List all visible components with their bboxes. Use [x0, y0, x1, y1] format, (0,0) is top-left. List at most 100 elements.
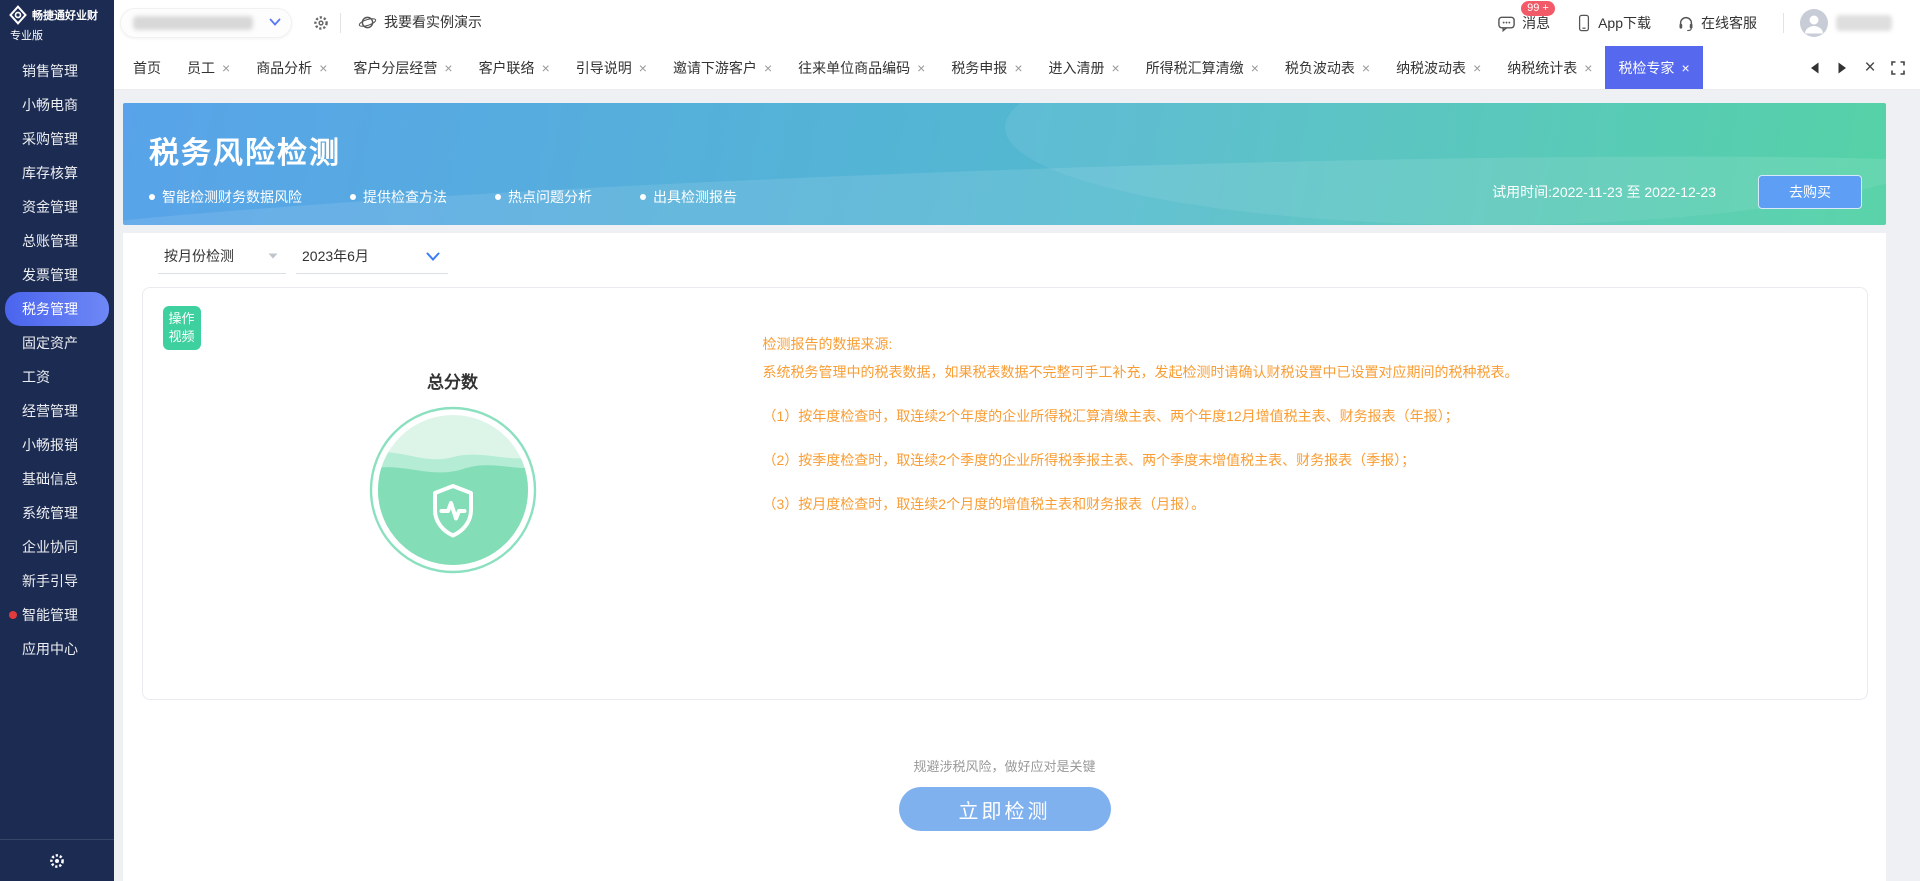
top-bar: 畅捷通好业财 专业版 我要看实例演示 消息 99 + App下载 在线客服 — [0, 0, 1920, 46]
close-tab-icon[interactable]: × — [917, 61, 925, 75]
fullscreen-button[interactable] — [1884, 46, 1912, 90]
close-all-tabs-button[interactable]: × — [1856, 46, 1884, 90]
sidebar-item[interactable]: 小畅电商 — [0, 88, 114, 122]
sidebar-item[interactable]: 总账管理 — [0, 224, 114, 258]
close-tab-icon[interactable]: × — [1112, 61, 1120, 75]
app-download-button[interactable]: App下载 — [1576, 13, 1651, 33]
video-badge-line: 操作 — [168, 311, 195, 326]
close-tab-icon[interactable]: × — [1584, 61, 1592, 75]
sidebar-item-label: 销售管理 — [22, 63, 78, 79]
start-detection-button[interactable]: 立即检测 — [898, 787, 1111, 831]
tab-label: 往来单位商品编码 — [798, 59, 911, 76]
tab-label: 纳税统计表 — [1507, 59, 1578, 76]
sidebar-item-label: 税务管理 — [22, 301, 78, 317]
trial-period-text: 试用时间:2022-11-23 至 2022-12-23 — [1492, 184, 1716, 200]
tab[interactable]: 客户联络 × — [466, 46, 563, 89]
close-tab-icon[interactable]: × — [542, 61, 550, 75]
sidebar-item[interactable]: 库存核算 — [0, 156, 114, 190]
sidebar-item[interactable]: 采购管理 — [0, 122, 114, 156]
message-icon — [1498, 16, 1515, 32]
messages-label: 消息 — [1522, 15, 1551, 31]
close-tab-icon[interactable]: × — [444, 61, 452, 75]
sidebar-item-label: 采购管理 — [22, 131, 78, 147]
tab[interactable]: 税检专家 × — [1605, 46, 1703, 89]
tab[interactable]: 往来单位商品编码 × — [785, 46, 938, 89]
chevron-down-icon[interactable] — [268, 15, 282, 29]
close-tab-icon[interactable]: × — [764, 61, 772, 75]
close-tab-icon[interactable]: × — [1473, 61, 1481, 75]
sidebar-item[interactable]: 资金管理 — [0, 190, 114, 224]
sidebar-item[interactable]: 发票管理 — [0, 258, 114, 292]
close-tab-icon[interactable]: × — [319, 61, 327, 75]
scroll-tabs-left-button[interactable] — [1800, 46, 1828, 90]
sidebar-item[interactable]: 系统管理 — [0, 496, 114, 530]
topbar-divider — [1783, 13, 1784, 33]
sidebar-item[interactable]: 工资 — [0, 360, 114, 394]
tab-label: 纳税波动表 — [1396, 59, 1467, 76]
tab-controls: × — [1800, 46, 1920, 89]
user-account[interactable] — [1800, 9, 1892, 37]
tab[interactable]: 客户分层经营 × — [340, 46, 465, 89]
sidebar-item[interactable]: 智能管理 — [0, 598, 114, 632]
tab-label: 引导说明 — [575, 59, 632, 76]
close-tab-icon[interactable]: × — [1014, 61, 1022, 75]
tab[interactable]: 所得税汇算清缴 × — [1133, 46, 1272, 89]
notice-line: （2）按季度检查时，取连续2个季度的企业所得税季报主表、两个季度末增值税主表、财… — [762, 452, 1416, 468]
sidebar-item[interactable]: 固定资产 — [0, 326, 114, 360]
gear-icon — [50, 853, 64, 868]
banner-feature: 出具检测报告 — [640, 187, 737, 207]
user-name-redacted — [1836, 15, 1892, 31]
tab[interactable]: 税负波动表 × — [1272, 46, 1383, 89]
close-tab-icon[interactable]: × — [639, 61, 647, 75]
sidebar-item[interactable]: 基础信息 — [0, 462, 114, 496]
tab[interactable]: 税务申报 × — [938, 46, 1035, 89]
sidebar-item[interactable]: 应用中心 — [0, 632, 114, 666]
tab-label: 商品分析 — [256, 59, 313, 76]
tutorial-video-button[interactable]: 操作 视频 — [162, 306, 201, 350]
sidebar-item[interactable]: 经营管理 — [0, 394, 114, 428]
demo-link-label: 我要看实例演示 — [384, 14, 482, 30]
tab[interactable]: 纳税波动表 × — [1383, 46, 1494, 89]
tab[interactable]: 商品分析 × — [243, 46, 340, 89]
sidebar-item-label: 库存核算 — [22, 165, 78, 181]
sidebar-settings-button[interactable] — [0, 839, 114, 881]
messages-button[interactable]: 消息 99 + — [1497, 1, 1555, 33]
sidebar-menu: 销售管理小畅电商采购管理库存核算资金管理 总账管理发票管理税务管理固定资产 工资 经营… — [0, 46, 114, 839]
tab[interactable]: 纳税统计表 × — [1494, 46, 1605, 89]
sidebar-item[interactable]: 企业协同 — [0, 530, 114, 564]
page-title: 税务风险检测 — [149, 137, 341, 170]
sidebar-item[interactable]: 小畅报销 — [0, 428, 114, 462]
banner-feature: 智能检测财务数据风险 — [149, 187, 302, 207]
detect-mode-select[interactable]: 按月份检测 — [158, 241, 286, 274]
tab[interactable]: 员工 × — [174, 46, 243, 89]
demo-link[interactable]: 我要看实例演示 — [358, 12, 482, 32]
sidebar-item[interactable]: 销售管理 — [0, 54, 114, 88]
chevron-down-icon — [426, 252, 440, 261]
period-select[interactable]: 2023年6月 — [296, 241, 448, 274]
tab[interactable]: 首页 — [120, 46, 174, 89]
detection-panel: 按月份检测 2023年6月 操作 视频 总分数 检测报告的数据来源: 系统税务管… — [123, 233, 1886, 881]
tab[interactable]: 进入清册 × — [1036, 46, 1133, 89]
tab[interactable]: 邀请下游客户 × — [660, 46, 785, 89]
messages-count-badge: 99 + — [1521, 1, 1555, 16]
score-gauge-section: 总分数 — [143, 288, 763, 699]
online-support-button[interactable]: 在线客服 — [1677, 13, 1757, 33]
company-name-redacted — [133, 16, 253, 30]
gear-icon[interactable] — [312, 14, 330, 32]
buy-button[interactable]: 去购买 — [1758, 175, 1862, 209]
close-tab-icon[interactable]: × — [1681, 61, 1689, 75]
tab-label: 客户分层经营 — [353, 59, 438, 76]
scroll-tabs-right-button[interactable] — [1828, 46, 1856, 90]
sidebar-item-label: 新手引导 — [22, 573, 78, 589]
topbar-right-cluster: 消息 99 + App下载 在线客服 — [1497, 0, 1920, 46]
sidebar-item-label: 发票管理 — [22, 267, 78, 283]
notice-line: 系统税务管理中的税表数据，如果税表数据不完整可手工补充，发起检测时请确认财税设置… — [762, 364, 1519, 380]
company-selector[interactable] — [120, 8, 292, 38]
close-tab-icon[interactable]: × — [1362, 61, 1370, 75]
tab[interactable]: 引导说明 × — [563, 46, 660, 89]
sidebar-item[interactable]: 税务管理 — [5, 292, 109, 326]
close-tab-icon[interactable]: × — [1251, 61, 1259, 75]
sidebar-item[interactable]: 新手引导 — [0, 564, 114, 598]
notice-line: （3）按月度检查时，取连续2个月度的增值税主表和财务报表（月报）。 — [762, 496, 1206, 512]
close-tab-icon[interactable]: × — [222, 61, 230, 75]
